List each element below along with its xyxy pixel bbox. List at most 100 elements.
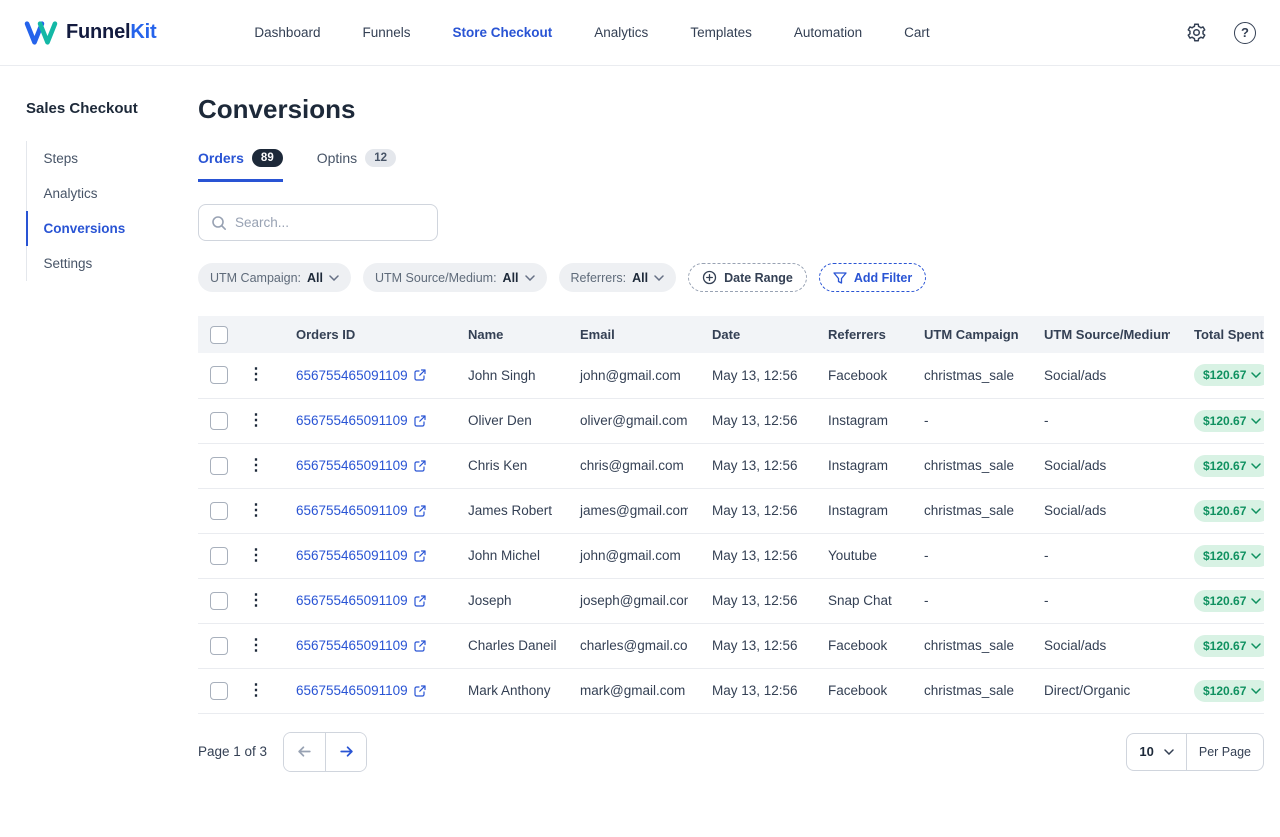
nav-item-cart[interactable]: Cart xyxy=(904,25,930,40)
total-spent-pill[interactable]: $120.67 xyxy=(1194,544,1264,567)
tab-optins[interactable]: Optins 12 xyxy=(317,149,396,182)
nav-item-analytics[interactable]: Analytics xyxy=(594,25,648,40)
row-actions-kebab-icon[interactable]: ⋮ xyxy=(248,412,264,429)
cell-utm-campaign: - xyxy=(924,548,929,563)
filter-bar: UTM Campaign: All UTM Source/Medium: All… xyxy=(198,263,1264,292)
cell-utm-campaign: christmas_sale xyxy=(924,458,1015,473)
filter-utm-source[interactable]: UTM Source/Medium: All xyxy=(362,263,547,292)
order-id-link[interactable]: 656755465091109 xyxy=(296,593,426,608)
date-range-button[interactable]: Date Range xyxy=(688,263,807,292)
brand-text: FunnelKit xyxy=(66,21,157,43)
total-spent-pill[interactable]: $120.67 xyxy=(1194,409,1264,432)
cell-email: john@gmail.com xyxy=(580,367,681,383)
order-id-link[interactable]: 656755465091109 xyxy=(296,368,426,383)
external-link-icon xyxy=(414,504,426,517)
cell-utm-campaign: christmas_sale xyxy=(924,638,1015,653)
sidebar-item-analytics[interactable]: Analytics xyxy=(26,176,199,211)
row-checkbox[interactable] xyxy=(210,591,228,610)
order-id-text: 656755465091109 xyxy=(296,367,408,383)
order-id-link[interactable]: 656755465091109 xyxy=(296,683,426,698)
chevron-down-icon xyxy=(1164,748,1174,755)
row-actions-kebab-icon[interactable]: ⋮ xyxy=(248,637,264,654)
tab-optins-count-badge: 12 xyxy=(365,149,396,167)
cell-referrer: Snap Chat xyxy=(828,593,892,608)
row-actions-kebab-icon[interactable]: ⋮ xyxy=(248,682,264,699)
table-row: ⋮ 656755465091109 Mark Anthony mark@gmai… xyxy=(198,668,1264,713)
row-actions-kebab-icon[interactable]: ⋮ xyxy=(248,547,264,564)
total-spent-pill[interactable]: $120.67 xyxy=(1194,679,1264,702)
row-checkbox[interactable] xyxy=(210,546,228,565)
search-input[interactable] xyxy=(235,215,425,230)
total-spent-pill[interactable]: $120.67 xyxy=(1194,589,1264,612)
nav-item-store-checkout[interactable]: Store Checkout xyxy=(453,25,553,40)
row-actions-kebab-icon[interactable]: ⋮ xyxy=(248,366,264,383)
cell-referrer: Facebook xyxy=(828,638,888,653)
sidebar-title: Sales Checkout xyxy=(26,100,138,117)
nav-item-automation[interactable]: Automation xyxy=(794,25,862,40)
total-spent-pill[interactable]: $120.67 xyxy=(1194,364,1264,387)
row-checkbox[interactable] xyxy=(210,636,228,655)
chevron-down-icon xyxy=(1251,462,1262,469)
external-link-icon xyxy=(414,549,426,562)
order-id-link[interactable]: 656755465091109 xyxy=(296,548,426,563)
cell-email: john@gmail.com xyxy=(580,548,681,563)
table-row: ⋮ 656755465091109 Charles Daneil charles… xyxy=(198,623,1264,668)
tab-orders[interactable]: Orders 89 xyxy=(198,149,283,182)
prev-page-button[interactable] xyxy=(284,732,326,771)
add-filter-button[interactable]: Add Filter xyxy=(818,263,927,292)
cell-email: charles@gmail.com xyxy=(580,638,688,653)
sidebar-item-steps[interactable]: Steps xyxy=(26,141,199,176)
row-actions-kebab-icon[interactable]: ⋮ xyxy=(248,592,264,609)
row-actions-kebab-icon[interactable]: ⋮ xyxy=(248,457,264,474)
nav-item-dashboard[interactable]: Dashboard xyxy=(254,25,320,40)
order-id-link[interactable]: 656755465091109 xyxy=(296,458,426,473)
help-icon[interactable]: ? xyxy=(1234,21,1256,44)
order-id-link[interactable]: 656755465091109 xyxy=(296,413,426,428)
date-range-label: Date Range xyxy=(724,270,793,285)
page-indicator: Page 1 of 3 xyxy=(198,744,268,759)
col-header-total-spent: Total Spent xyxy=(1194,327,1264,342)
nav-item-templates[interactable]: Templates xyxy=(690,25,752,40)
cell-date: May 13, 12:56 xyxy=(712,638,798,653)
total-spent-pill[interactable]: $120.67 xyxy=(1194,499,1264,522)
col-header-utm-campaign: UTM Campaign xyxy=(924,327,1019,342)
filter-referrers-label: Referrers: xyxy=(570,270,627,285)
row-actions-kebab-icon[interactable]: ⋮ xyxy=(248,502,264,519)
cell-referrer: Instagram xyxy=(828,503,889,518)
chevron-down-icon xyxy=(1251,417,1262,424)
order-id-link[interactable]: 656755465091109 xyxy=(296,503,426,518)
col-header-name: Name xyxy=(468,327,504,342)
select-all-checkbox[interactable] xyxy=(210,325,228,344)
total-spent-value: $120.67 xyxy=(1203,548,1247,563)
order-id-link[interactable]: 656755465091109 xyxy=(296,638,426,653)
total-spent-pill[interactable]: $120.67 xyxy=(1194,454,1264,477)
per-page-select[interactable]: 10 xyxy=(1126,732,1187,771)
total-spent-pill[interactable]: $120.67 xyxy=(1194,634,1264,657)
cell-utm-campaign: christmas_sale xyxy=(924,683,1015,698)
total-spent-value: $120.67 xyxy=(1203,413,1247,428)
sidebar-item-settings[interactable]: Settings xyxy=(26,246,199,281)
chevron-down-icon xyxy=(1251,642,1262,649)
filter-utm-campaign[interactable]: UTM Campaign: All xyxy=(198,263,351,292)
total-spent-value: $120.67 xyxy=(1203,368,1247,383)
next-page-button[interactable] xyxy=(325,732,367,771)
cell-utm-campaign: christmas_sale xyxy=(924,367,1015,383)
filter-referrers[interactable]: Referrers: All xyxy=(558,263,677,292)
funnelkit-logo[interactable]: FunnelKit xyxy=(24,20,157,46)
filter-utm-campaign-label: UTM Campaign: xyxy=(210,270,301,285)
cell-utm-source: Direct/Organic xyxy=(1044,683,1131,698)
row-checkbox[interactable] xyxy=(210,681,228,700)
sidebar-menu: Steps Analytics Conversions Settings xyxy=(25,141,199,281)
row-checkbox[interactable] xyxy=(210,366,228,385)
cell-date: May 13, 12:56 xyxy=(712,548,798,563)
nav-item-funnels[interactable]: Funnels xyxy=(362,25,410,40)
cell-name: Mark Anthony xyxy=(468,683,551,698)
row-checkbox[interactable] xyxy=(210,411,228,430)
row-checkbox[interactable] xyxy=(210,456,228,475)
tabs: Orders 89 Optins 12 xyxy=(198,149,1264,182)
cell-utm-campaign: christmas_sale xyxy=(924,503,1015,518)
filter-utm-source-label: UTM Source/Medium: xyxy=(374,270,497,285)
settings-gear-icon[interactable] xyxy=(1184,21,1208,45)
row-checkbox[interactable] xyxy=(210,501,228,520)
sidebar-item-conversions[interactable]: Conversions xyxy=(25,211,199,246)
